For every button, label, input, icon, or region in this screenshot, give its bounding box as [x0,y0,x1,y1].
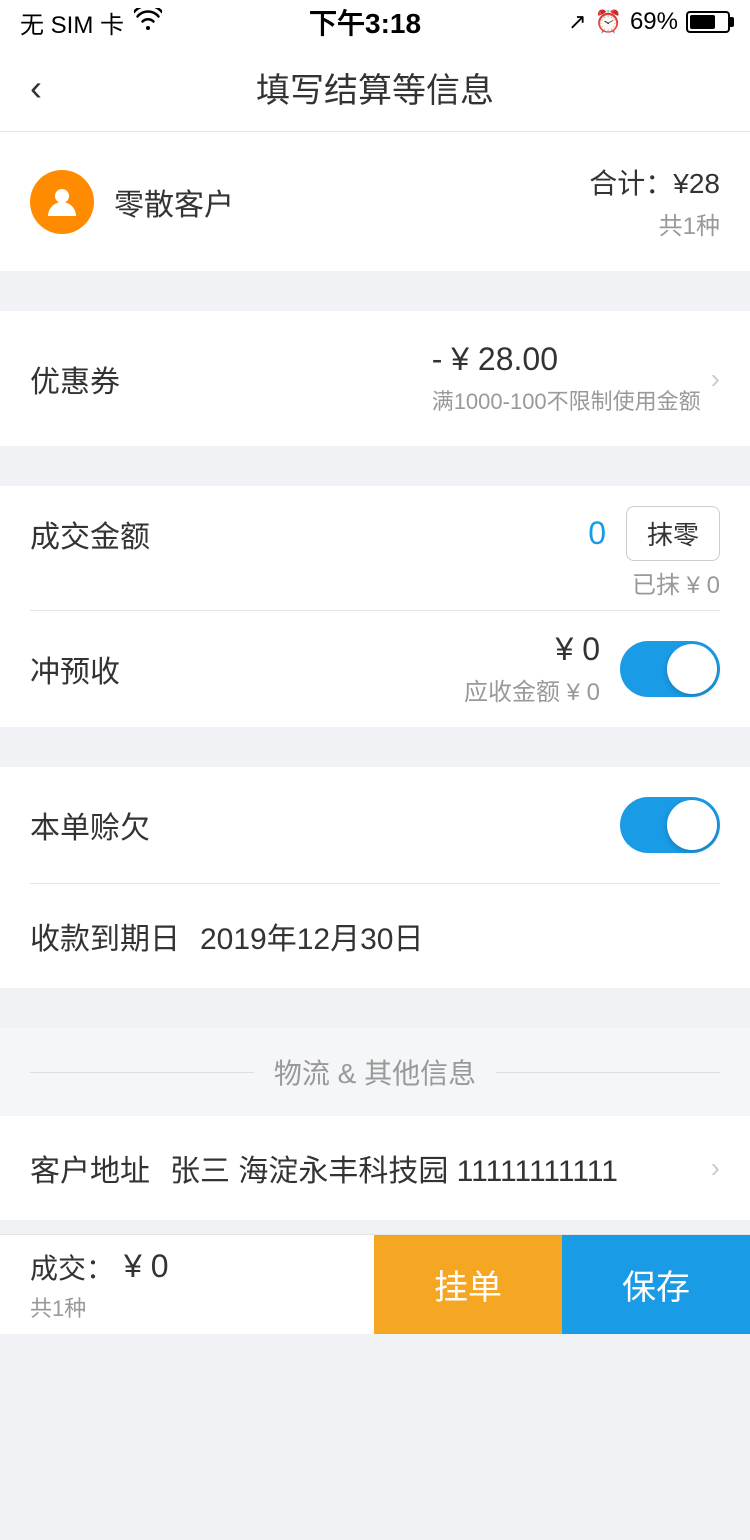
alarm-icon: ⏰ [595,9,622,35]
debt-label: 本单赊欠 [30,803,150,847]
prereceive-toggle[interactable] [620,641,720,697]
coupon-row[interactable]: 优惠券 - ¥ 28.00 满1000-100不限制使用金额 › [0,311,750,446]
debt-toggle[interactable] [620,797,720,853]
wifi-icon [134,8,162,37]
back-button[interactable]: ‹ [30,67,42,109]
prereceive-row: 冲预收 ¥ 0 应收金额 ¥ 0 [0,611,750,727]
debt-toggle-wrap [620,797,720,853]
customer-row: 零散客户 合计：¥28 共1种 [0,132,750,271]
duedate-label: 收款到期日 [30,914,180,958]
customer-left: 零散客户 [30,170,234,234]
coupon-label: 优惠券 [30,357,120,401]
coupon-amount: - ¥ 28.00 [432,341,701,378]
address-value: 张三 海淀永丰科技园 11111111111 [170,1146,711,1190]
deal-top: 成交金额 抹零 [30,506,720,561]
status-right: ↗ ⏰ 69% [568,8,730,36]
deal-label: 成交金额 [30,512,150,556]
debt-toggle-knob [667,800,717,850]
section-divider-2 [0,466,750,486]
status-bar: 无 SIM 卡 下午3:18 ↗ ⏰ 69% [0,0,750,44]
coupon-right: - ¥ 28.00 满1000-100不限制使用金额 › [432,341,720,416]
status-time: 下午3:18 [309,2,421,42]
coupon-desc: 满1000-100不限制使用金额 [432,384,701,416]
round-button[interactable]: 抹零 [626,506,720,561]
avatar [30,170,94,234]
address-row[interactable]: 客户地址 张三 海淀永丰科技园 11111111111 › [0,1116,750,1220]
prereceive-sub: 应收金额 ¥ 0 [464,672,600,707]
battery-icon [686,11,730,33]
hang-button[interactable]: 挂单 [374,1235,562,1334]
deal-amount-row: 成交金额 抹零 已抹 ¥ 0 [0,486,750,610]
status-left: 无 SIM 卡 [20,5,162,40]
save-button[interactable]: 保存 [562,1235,750,1334]
logistics-label: 物流 & 其他信息 [274,1052,476,1092]
customer-name: 零散客户 [114,180,234,224]
address-section[interactable]: 客户地址 张三 海淀永丰科技园 11111111111 › [0,1116,750,1220]
debt-row: 本单赊欠 [0,767,750,883]
section-divider-4 [0,1008,750,1028]
total-count: 共1种 [589,206,720,241]
prereceive-toggle-wrap [620,641,720,697]
bottom-deal-amount: ¥ 0 [124,1248,168,1285]
prereceive-center: ¥ 0 应收金额 ¥ 0 [464,631,600,707]
deal-section: 成交金额 抹零 已抹 ¥ 0 冲预收 ¥ 0 应收金额 ¥ 0 [0,486,750,727]
address-label: 客户地址 [30,1146,150,1190]
duedate-row: 收款到期日 2019年12月30日 [0,884,750,988]
deal-amount-input[interactable] [526,515,606,552]
battery-percent: 69% [630,8,678,36]
prereceive-label: 冲预收 [30,647,120,691]
bottom-deal-label: 成交： [30,1247,114,1287]
prereceive-amount: ¥ 0 [464,631,600,668]
section-divider-3 [0,747,750,767]
bottom-deal: 成交： ¥ 0 [30,1247,344,1287]
toggle-knob [667,644,717,694]
bottom-count: 共1种 [30,1291,344,1323]
deal-right: 抹零 [526,506,720,561]
coupon-section[interactable]: 优惠券 - ¥ 28.00 满1000-100不限制使用金额 › [0,311,750,446]
page-title: 填写结算等信息 [256,63,494,112]
total-amount: 合计：¥28 [589,162,720,202]
nav-bar: ‹ 填写结算等信息 [0,44,750,132]
section-divider-1 [0,291,750,311]
chevron-right-icon: › [711,363,720,395]
logistics-header: 物流 & 其他信息 [0,1028,750,1116]
duedate-value: 2019年12月30日 [200,914,423,958]
debt-section: 本单赊欠 收款到期日 2019年12月30日 [0,767,750,988]
customer-section: 零散客户 合计：¥28 共1种 [0,132,750,271]
deal-sub-label: 已抹 ¥ 0 [30,565,720,600]
customer-total: 合计：¥28 共1种 [589,162,720,241]
bottom-info: 成交： ¥ 0 共1种 [0,1235,374,1334]
carrier-label: 无 SIM 卡 [20,5,124,40]
location-icon: ↗ [568,9,586,35]
address-chevron-icon: › [711,1152,720,1184]
bottom-bar: 成交： ¥ 0 共1种 挂单 保存 [0,1234,750,1334]
